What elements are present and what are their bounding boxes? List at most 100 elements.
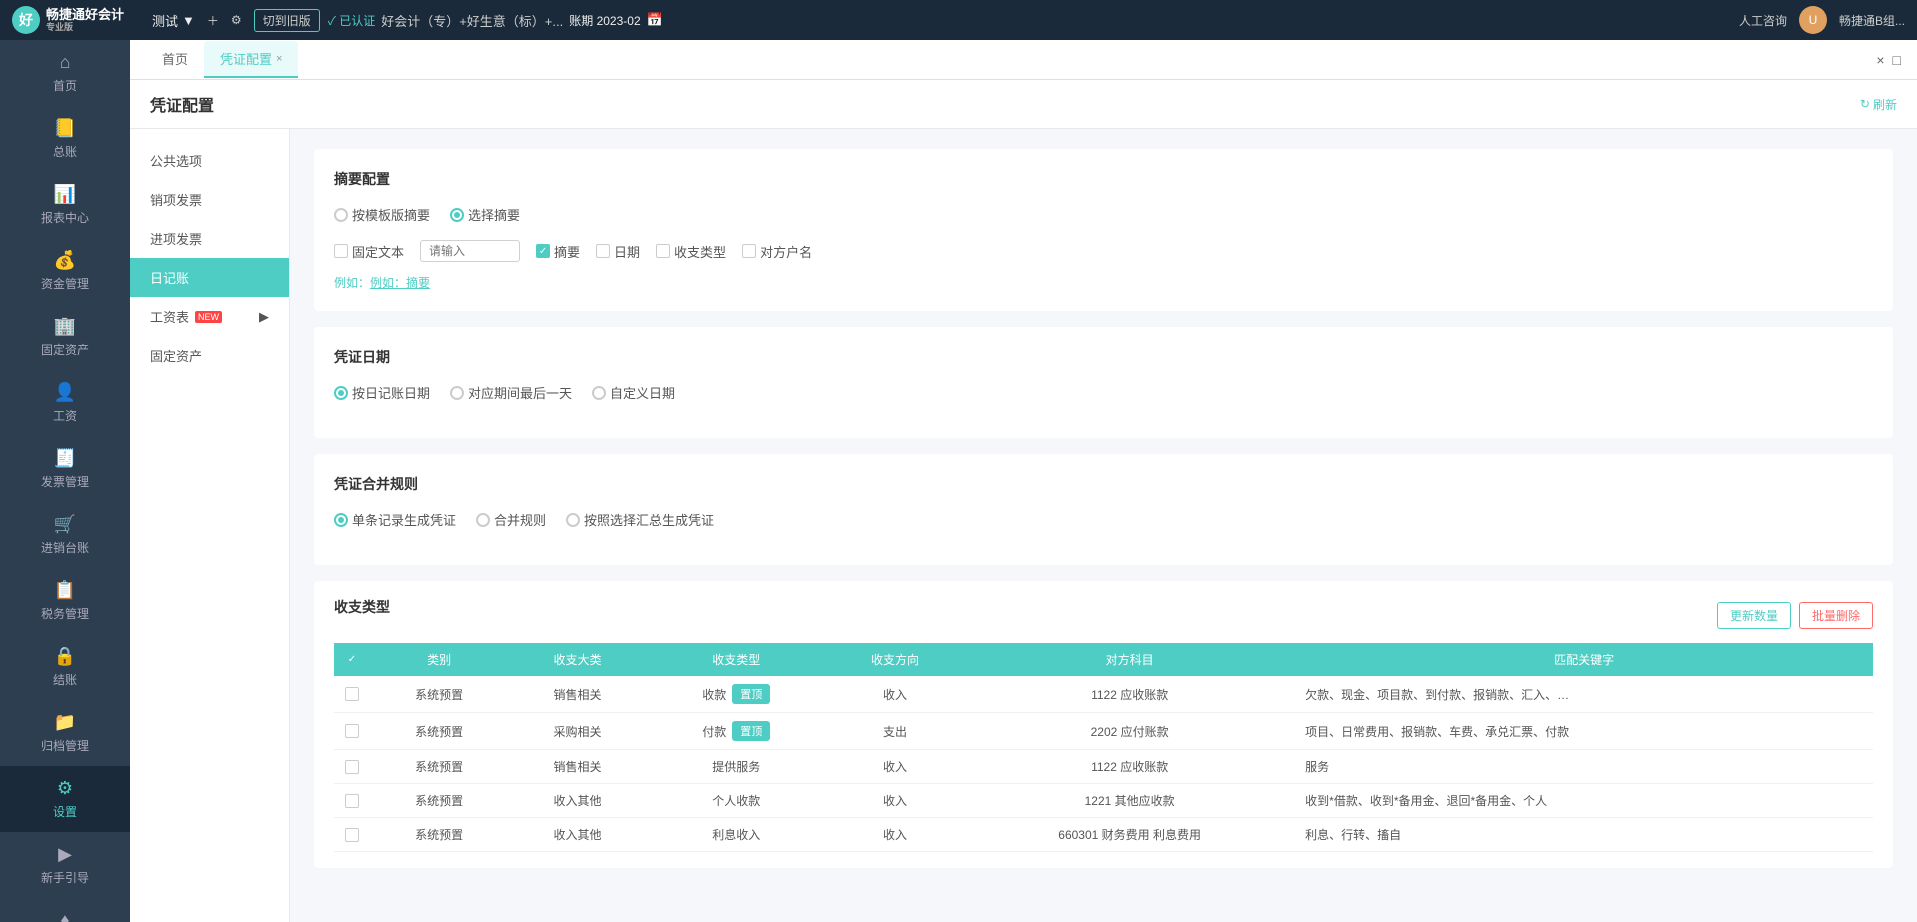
add-icon[interactable]: ＋	[207, 12, 219, 29]
tab-bar: 首页 凭证配置 × × □	[130, 40, 1917, 80]
checkbox-party[interactable]: 对方户名	[742, 242, 812, 261]
period-badge: 账期 2023-02	[569, 12, 640, 29]
checkbox-box-type	[656, 244, 670, 258]
expand-arrow-icon: ▶	[259, 309, 269, 325]
ledger-icon: 📒	[54, 118, 76, 139]
category-cell: 系统预置	[370, 818, 508, 852]
user-avatar[interactable]: U	[1799, 6, 1827, 34]
radio-dot-single	[334, 513, 348, 527]
close-window-icon[interactable]: ×	[1876, 52, 1884, 68]
sidebar-item-purchase[interactable]: 🛒 进销台账	[0, 502, 130, 568]
leftnav-sales-label: 销项发票	[150, 190, 202, 209]
row-checkbox[interactable]	[345, 724, 359, 738]
sidebar-item-close[interactable]: 🔒 结账	[0, 634, 130, 700]
sidebar-item-ledger[interactable]: 📒 总账	[0, 106, 130, 172]
merge-rule-label: 合并规则	[494, 510, 546, 529]
status-badges: ✓ 已认证 好会计（专）+好生意（标）+... 账期 2023-02 📅	[328, 11, 663, 30]
sidebar-item-label: 总账	[53, 143, 77, 160]
row-checkbox[interactable]	[345, 760, 359, 774]
sidebar-item-assets[interactable]: 🏢 固定资产	[0, 304, 130, 370]
company-name: 测试	[152, 11, 178, 30]
type-label: 收支类型	[674, 242, 726, 261]
tab-home[interactable]: 首页	[146, 41, 204, 78]
sidebar-item-invoice[interactable]: 🧾 发票管理	[0, 436, 130, 502]
new-badge: NEW	[195, 311, 222, 323]
sidebar-item-payroll[interactable]: 👤 工资	[0, 370, 130, 436]
fixed-text-label: 固定文本	[352, 242, 404, 261]
income-expense-section: 收支类型 更新数量 批量删除 ✓ 类别	[314, 581, 1893, 868]
sidebar-item-member[interactable]: ♦ 畅会员	[0, 898, 130, 922]
date-section: 凭证日期 按日记账日期 对应期间最后一天 自定义日期	[314, 327, 1893, 438]
direction-cell: 收入	[826, 818, 964, 852]
radio-period-last[interactable]: 对应期间最后一天	[450, 383, 572, 402]
sidebar-item-home[interactable]: ⌂ 首页	[0, 40, 130, 106]
sidebar-item-newbie[interactable]: ▶ 新手引导	[0, 832, 130, 898]
radio-merge-rule[interactable]: 合并规则	[476, 510, 546, 529]
summary-section: 摘要配置 按模板版摘要 选择摘要	[314, 149, 1893, 311]
reports-icon: 📊	[54, 184, 76, 205]
refresh-icon: ↻	[1860, 97, 1870, 111]
radio-template-summary[interactable]: 按模板版摘要	[334, 205, 430, 224]
sidebar-item-funds[interactable]: 💰 资金管理	[0, 238, 130, 304]
major-type-cell: 收入其他	[508, 784, 646, 818]
keywords-cell: 服务	[1295, 750, 1873, 784]
major-type-cell: 采购相关	[508, 713, 646, 750]
leftnav-public[interactable]: 公共选项	[130, 141, 289, 180]
settings-icon[interactable]: ⚙	[231, 13, 242, 27]
sidebar-item-reports[interactable]: 📊 报表中心	[0, 172, 130, 238]
newbie-icon: ▶	[58, 844, 72, 865]
leftnav-payroll[interactable]: 工资表 NEW ▶	[130, 297, 289, 336]
batch-delete-button[interactable]: 批量删除	[1799, 602, 1873, 629]
party-label: 对方户名	[760, 242, 812, 261]
switch-version-button[interactable]: 切到旧版	[254, 9, 320, 32]
logo-text: 畅捷通好会计 专业版	[46, 7, 124, 33]
payroll-icon: 👤	[54, 382, 76, 403]
sidebar-item-tax[interactable]: 📋 税务管理	[0, 568, 130, 634]
checkbox-abstract[interactable]: ✓ 摘要	[536, 242, 580, 261]
sidebar-item-archive[interactable]: 📁 归档管理	[0, 700, 130, 766]
col-category: 类别	[370, 643, 508, 676]
radio-journal-date[interactable]: 按日记账日期	[334, 383, 430, 402]
leftnav-journal[interactable]: 日记账	[130, 258, 289, 297]
radio-summary-gen[interactable]: 按照选择汇总生成凭证	[566, 510, 714, 529]
radio-single[interactable]: 单条记录生成凭证	[334, 510, 456, 529]
sidebar-item-label: 固定资产	[41, 341, 89, 358]
calendar-icon[interactable]: 📅	[647, 12, 663, 28]
checkbox-date[interactable]: 日期	[596, 242, 640, 261]
update-button[interactable]: 更新数量	[1717, 602, 1791, 629]
leftnav-fixed-assets[interactable]: 固定资产	[130, 336, 289, 375]
leftnav-sales-invoice[interactable]: 销项发票	[130, 180, 289, 219]
leftnav-purchase-invoice[interactable]: 进项发票	[130, 219, 289, 258]
sidebar-item-settings[interactable]: ⚙ 设置	[0, 766, 130, 832]
app-version: 专业版	[46, 22, 124, 33]
row-checkbox[interactable]	[345, 828, 359, 842]
checkbox-fixed-text[interactable]: 固定文本	[334, 242, 404, 261]
radio-custom-date[interactable]: 自定义日期	[592, 383, 675, 402]
main-layout: ⌂ 首页 📒 总账 📊 报表中心 💰 资金管理 🏢 固定资产 👤 工资 🧾 发票…	[0, 40, 1917, 922]
reset-button[interactable]: 置顶	[732, 721, 770, 741]
settings-icon: ⚙	[57, 778, 73, 799]
expand-window-icon[interactable]: □	[1893, 52, 1901, 68]
table-row: 系统预置 采购相关 付款 置顶 支出 2202 应付账款 项目、日常费用、报销款…	[334, 713, 1873, 750]
checkbox-box-party	[742, 244, 756, 258]
checkbox-type[interactable]: 收支类型	[656, 242, 726, 261]
company-selector[interactable]: 测试 ▼	[152, 11, 195, 30]
nav-quick-actions: ＋ ⚙ 切到旧版	[207, 9, 320, 32]
select-all-checkbox[interactable]: ✓	[345, 653, 359, 667]
user-name: 畅捷通B组...	[1839, 12, 1905, 29]
radio-dot-custom	[592, 386, 606, 400]
tab-voucher[interactable]: 凭证配置 ×	[204, 41, 298, 78]
tab-close-button[interactable]: ×	[276, 53, 282, 65]
fixed-text-input[interactable]	[420, 240, 520, 262]
reset-button[interactable]: 置顶	[732, 684, 770, 704]
row-checkbox[interactable]	[345, 687, 359, 701]
sidebar-item-label: 首页	[53, 77, 77, 94]
radio-dot-journal	[334, 386, 348, 400]
support-link[interactable]: 人工咨询	[1739, 12, 1787, 29]
row-checkbox[interactable]	[345, 794, 359, 808]
assets-icon: 🏢	[54, 316, 76, 337]
table-row: 系统预置 销售相关 收款 置顶 收入 1122 应收账款 欠款、现金、项目款、到…	[334, 676, 1873, 713]
refresh-button[interactable]: ↻ 刷新	[1860, 96, 1897, 113]
direction-cell: 收入	[826, 676, 964, 713]
radio-select-summary[interactable]: 选择摘要	[450, 205, 520, 224]
